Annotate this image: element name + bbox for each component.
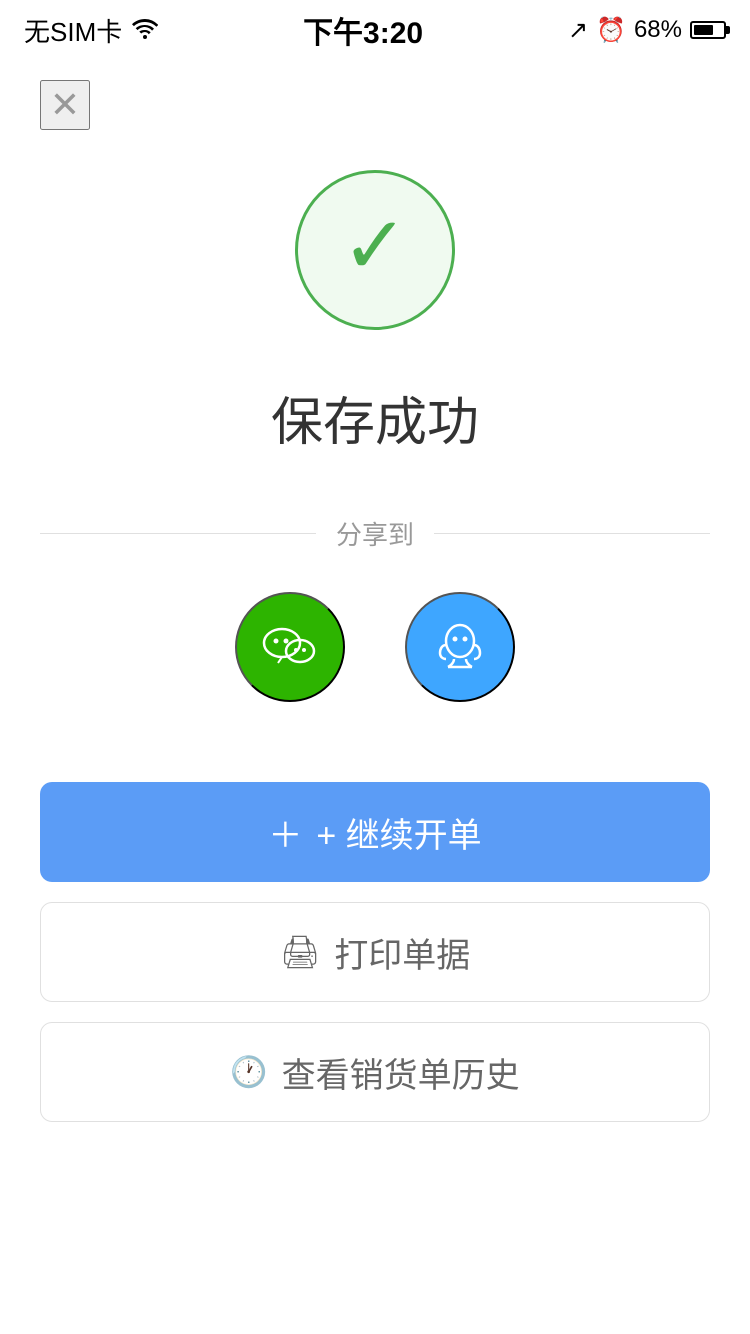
plus-icon: ＋ [268,808,302,857]
buttons-container: ＋ + 继续开单 🖨 打印单据 🕐 查看销货单历史 [40,782,710,1122]
wechat-icon [260,617,320,677]
success-icon-circle: ✓ [295,170,455,330]
close-button[interactable]: ✕ [40,80,90,130]
history-button[interactable]: 🕐 查看销货单历史 [40,1022,710,1122]
battery-icon [690,21,726,39]
divider-right [434,533,710,534]
close-icon: ✕ [50,84,80,126]
status-left: 无SIM卡 [24,12,158,49]
wifi-icon [132,15,158,46]
divider-left [40,533,316,534]
qq-share-button[interactable] [405,592,515,702]
print-button[interactable]: 🖨 打印单据 [40,902,710,1002]
status-right: ↗ ⏰ 68% [568,16,726,45]
alarm-icon: ⏰ [596,16,626,45]
share-icons-container [235,592,515,702]
status-time: 下午3:20 [158,8,568,52]
success-title: 保存成功 [271,380,479,455]
continue-order-label: + 继续开单 [316,808,481,857]
qq-icon [430,617,490,677]
continue-order-button[interactable]: ＋ + 继续开单 [40,782,710,882]
battery-text: 68% [634,16,682,44]
clock-icon: 🕐 [230,1055,267,1090]
print-label: 打印单据 [334,928,470,977]
carrier-text: 无SIM卡 [24,12,122,49]
main-content: ✕ ✓ 保存成功 分享到 [0,60,750,1334]
history-label: 查看销货单历史 [282,1048,520,1097]
checkmark-icon: ✓ [341,206,408,286]
wechat-share-button[interactable] [235,592,345,702]
share-divider: 分享到 [40,515,710,552]
share-label: 分享到 [336,515,414,552]
printer-icon: 🖨 [280,933,321,971]
status-bar: 无SIM卡 下午3:20 ↗ ⏰ 68% [0,0,750,60]
location-icon: ↗ [568,16,588,45]
